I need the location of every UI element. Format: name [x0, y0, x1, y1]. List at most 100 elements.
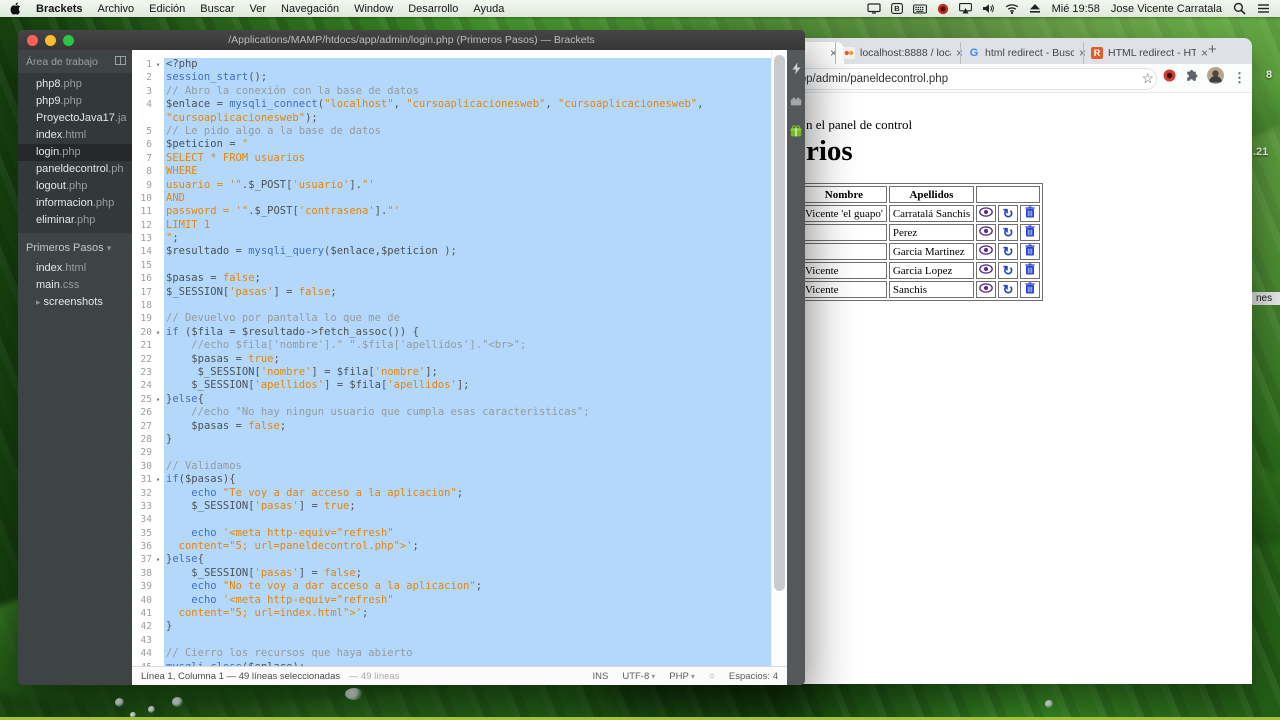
- volume-icon[interactable]: [982, 3, 995, 14]
- fold-arrow-icon[interactable]: ▾: [152, 326, 164, 339]
- extension-update-gift-icon[interactable]: [790, 124, 802, 142]
- sidebar-file-php9.php[interactable]: php9.php: [18, 93, 132, 110]
- display-icon[interactable]: [866, 3, 881, 14]
- sidebar-file-php8.php[interactable]: php8.php: [18, 76, 132, 93]
- code-text[interactable]: echo '<meta http-equiv="refresh": [164, 593, 771, 608]
- code-text[interactable]: $_SESSION['pasas'] = false;: [164, 566, 771, 581]
- desktop-icon-label-fragment[interactable]: 8: [1266, 69, 1272, 81]
- code-text[interactable]: [164, 513, 771, 527]
- code-text[interactable]: $pasas = false;: [164, 272, 771, 286]
- profile-avatar[interactable]: [1207, 67, 1224, 89]
- browser-menu-icon[interactable]: ⋮: [1233, 70, 1246, 86]
- fold-arrow-icon[interactable]: ▾: [152, 393, 164, 406]
- code-text[interactable]: }else{: [164, 553, 771, 567]
- fold-arrow-icon[interactable]: ▾: [152, 473, 164, 486]
- code-text[interactable]: $resultado = mysqli_query($enlace,$petic…: [164, 245, 771, 259]
- code-text[interactable]: content="5; url=paneldecontrol.php">';: [164, 540, 771, 554]
- code-text[interactable]: // Abro la conexión con la base de datos: [164, 84, 771, 99]
- split-view-icon[interactable]: [115, 56, 126, 68]
- bookmark-star-icon[interactable]: ☆: [1141, 70, 1154, 87]
- delete-user-button[interactable]: [1020, 205, 1041, 222]
- code-text[interactable]: password = '".$_POST['contrasena']."': [164, 205, 771, 219]
- menu-item-navegación[interactable]: Navegación: [281, 3, 339, 15]
- code-text[interactable]: // Le pido algo a la base de datos: [164, 124, 771, 139]
- code-text[interactable]: $_SESSION['nombre'] = $fila['nombre'];: [164, 365, 771, 380]
- menu-item-edición[interactable]: Edición: [149, 3, 185, 15]
- encoding-selector[interactable]: UTF-8 ▾: [622, 671, 655, 682]
- code-text[interactable]: SELECT * FROM usuarios: [164, 151, 771, 166]
- refresh-user-button[interactable]: ↻: [998, 224, 1019, 241]
- view-user-button[interactable]: [976, 243, 997, 260]
- refresh-user-button[interactable]: ↻: [998, 281, 1019, 298]
- menubar-clock[interactable]: Mié 19:58: [1052, 3, 1100, 15]
- extensions-puzzle-icon[interactable]: [1185, 69, 1198, 87]
- code-text[interactable]: ";: [164, 232, 771, 246]
- code-text[interactable]: [164, 299, 771, 313]
- adblock-extension-icon[interactable]: [1163, 69, 1176, 87]
- code-text[interactable]: if($pasas){: [164, 473, 771, 487]
- desktop-icon-label-fragment[interactable]: nes: [1250, 292, 1280, 305]
- airplay-icon[interactable]: [958, 3, 972, 14]
- code-text[interactable]: content="5; url=index.html">';: [164, 607, 771, 621]
- code-text[interactable]: $pasas = true;: [164, 352, 771, 366]
- scrollbar-thumb[interactable]: [774, 55, 785, 591]
- insert-mode-status[interactable]: INS: [592, 671, 608, 682]
- sidebar-file-logout.php[interactable]: logout.php: [18, 178, 132, 195]
- tab-close-icon[interactable]: ×: [1201, 47, 1208, 59]
- browser-tab-2[interactable]: localhost:8888 / loca ×: [835, 42, 970, 64]
- code-text[interactable]: $peticion = ": [164, 138, 771, 152]
- project-switcher[interactable]: Primeros Pasos ▾: [18, 233, 132, 260]
- minimize-window-button[interactable]: [45, 34, 56, 46]
- editor-scrollbar[interactable]: [771, 50, 787, 666]
- notification-center-icon[interactable]: [1257, 3, 1270, 14]
- code-text[interactable]: AND: [164, 191, 771, 206]
- code-text[interactable]: WHERE: [164, 165, 771, 179]
- code-text[interactable]: echo '<meta http-equiv="refresh": [164, 526, 771, 541]
- code-editor[interactable]: 1 ▾ <?php 2 session_start(); 3// Abro la cone…: [132, 50, 787, 666]
- sidebar-file-index.html[interactable]: index.html: [18, 260, 132, 277]
- code-text[interactable]: $_SESSION['pasas'] = true;: [164, 499, 771, 514]
- code-text[interactable]: }: [164, 432, 771, 447]
- spotlight-search-icon[interactable]: [1233, 2, 1246, 15]
- code-text[interactable]: "cursoaplicacionesweb");: [164, 111, 771, 125]
- brackets-titlebar[interactable]: /Applications/MAMP/htdocs/app/admin/logi…: [18, 30, 805, 50]
- sidebar-file-index.html[interactable]: index.html: [18, 127, 132, 144]
- keyboard-icon[interactable]: [912, 3, 927, 14]
- extension-manager-icon[interactable]: [790, 93, 802, 111]
- code-text[interactable]: //echo "No hay ningun usuario que cumpla…: [164, 406, 771, 420]
- code-text[interactable]: }else{: [164, 392, 771, 407]
- code-text[interactable]: //echo $fila['nombre']." ".$fila['apelli…: [164, 339, 771, 353]
- menu-item-ver[interactable]: Ver: [250, 3, 267, 15]
- menubar-user[interactable]: Jose Vicente Carratala: [1111, 3, 1222, 15]
- refresh-user-button[interactable]: ↻: [998, 205, 1019, 222]
- zoom-window-button[interactable]: [63, 34, 74, 46]
- desktop-icon-label-fragment[interactable]: .21: [1253, 146, 1268, 158]
- code-text[interactable]: echo "Te voy a dar acceso a la aplicacio…: [164, 486, 771, 500]
- b-app-icon[interactable]: B: [890, 3, 903, 14]
- browser-tab-4[interactable]: R HTML redirect - HTM ×: [1083, 42, 1215, 64]
- code-text[interactable]: session_start();: [164, 71, 771, 85]
- sidebar-file-ProyectoJava17.ja[interactable]: ProyectoJava17.ja: [18, 110, 132, 127]
- view-user-button[interactable]: [976, 281, 997, 298]
- code-text[interactable]: <?php: [164, 58, 771, 72]
- menu-item-brackets[interactable]: Brackets: [36, 3, 82, 15]
- code-text[interactable]: }: [164, 620, 771, 634]
- delete-user-button[interactable]: [1020, 262, 1041, 279]
- language-selector[interactable]: PHP ▾: [669, 671, 695, 682]
- browser-tab-3[interactable]: Ghtml redirect - Busca ×: [960, 42, 1093, 64]
- menu-item-archivo[interactable]: Archivo: [97, 3, 134, 15]
- code-text[interactable]: // Devuelvo por pantalla lo que me de: [164, 312, 771, 326]
- menu-item-buscar[interactable]: Buscar: [200, 3, 234, 15]
- code-text[interactable]: [164, 446, 771, 460]
- live-preview-icon[interactable]: [791, 62, 802, 80]
- apple-menu-icon[interactable]: [10, 2, 21, 15]
- view-user-button[interactable]: [976, 205, 997, 222]
- menu-item-ayuda[interactable]: Ayuda: [473, 3, 504, 15]
- refresh-user-button[interactable]: ↻: [998, 262, 1019, 279]
- code-text[interactable]: [164, 633, 771, 648]
- sidebar-file-eliminar.php[interactable]: eliminar.php: [18, 212, 132, 229]
- delete-user-button[interactable]: [1020, 281, 1041, 298]
- refresh-user-button[interactable]: ↻: [998, 243, 1019, 260]
- code-text[interactable]: $enlace = mysqli_connect("localhost", "c…: [164, 98, 771, 112]
- sidebar-file-screenshots[interactable]: ▸ screenshots: [18, 294, 132, 311]
